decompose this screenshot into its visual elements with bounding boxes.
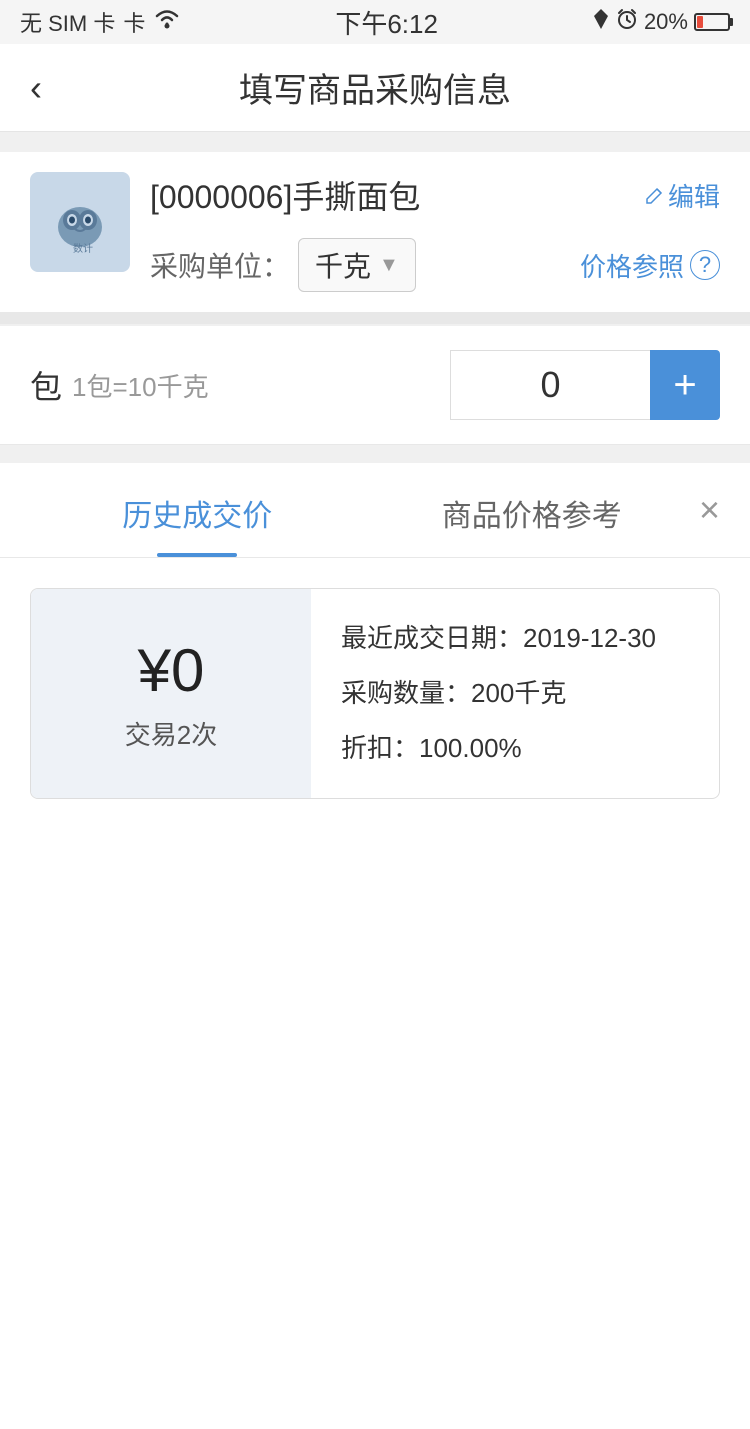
tab-price-ref[interactable]: 商品价格参考 xyxy=(364,463,698,557)
discount-row: 折扣：100.00% xyxy=(341,729,689,768)
back-button[interactable]: ‹ xyxy=(30,67,90,109)
nav-bar: ‹ 填写商品采购信息 xyxy=(0,44,750,132)
alarm-icon xyxy=(616,8,638,36)
battery-icon xyxy=(694,13,730,31)
product-name-row: [0000006]手撕面包 编辑 xyxy=(150,172,720,218)
product-name: [0000006]手撕面包 xyxy=(150,172,420,218)
quantity-unit-label: 包 xyxy=(30,362,62,408)
unit-label: 采购单位： xyxy=(150,245,290,285)
price-amount: 0 xyxy=(171,637,204,704)
quantity-unit-desc: 1包=10千克 xyxy=(72,367,209,404)
product-header: 数计 [0000006]手撕面包 编辑 采购单位： 千 xyxy=(30,172,720,292)
battery-percent: 20% xyxy=(644,9,688,35)
tab-history-label: 历史成交价 xyxy=(122,500,272,533)
sim-card-icon: 卡 xyxy=(123,6,145,38)
edit-button[interactable]: 编辑 xyxy=(644,177,720,214)
recent-date-label: 最近成交日期： xyxy=(341,623,523,653)
quantity-section: 包 1包=10千克 + xyxy=(0,326,750,445)
recent-date-row: 最近成交日期：2019-12-30 xyxy=(341,619,689,658)
svg-text:数计: 数计 xyxy=(73,242,93,255)
discount-label: 折扣： xyxy=(341,733,419,763)
price-display: ¥0 xyxy=(138,636,205,705)
tabs-header: 历史成交价 商品价格参考 × xyxy=(0,463,750,558)
quantity-value: 200千克 xyxy=(471,678,566,708)
quantity-input[interactable] xyxy=(450,350,650,420)
tab-history-price[interactable]: 历史成交价 xyxy=(30,463,364,557)
unit-value: 千克 xyxy=(315,245,371,285)
status-bar-right: 20% xyxy=(592,8,730,36)
tabs-section: 历史成交价 商品价格参考 × ¥0 交易2次 最近成交日期：2019-12-30… xyxy=(0,463,750,829)
price-ref-button[interactable]: 价格参照 ? xyxy=(580,247,720,284)
currency-symbol: ¥ xyxy=(138,637,171,704)
tab-price-ref-label: 商品价格参考 xyxy=(442,500,622,533)
edit-label: 编辑 xyxy=(668,177,720,214)
price-card: ¥0 交易2次 最近成交日期：2019-12-30 采购数量：200千克 折扣：… xyxy=(30,588,720,799)
divider xyxy=(0,312,750,324)
status-bar-left: 无 SIM 卡 卡 xyxy=(20,6,181,38)
quantity-row: 采购数量：200千克 xyxy=(341,674,689,713)
product-thumbnail: 数计 xyxy=(30,172,130,272)
page-title: 填写商品采购信息 xyxy=(239,63,511,112)
recent-date-value: 2019-12-30 xyxy=(523,623,656,653)
quantity-controls: + xyxy=(450,350,720,420)
wifi-icon xyxy=(153,8,181,36)
trade-count: 交易2次 xyxy=(125,715,217,752)
quantity-label: 采购数量： xyxy=(341,678,471,708)
unit-select[interactable]: 千克 ▼ xyxy=(298,238,416,292)
product-info: [0000006]手撕面包 编辑 采购单位： 千克 ▼ xyxy=(150,172,720,292)
dropdown-arrow: ▼ xyxy=(379,254,399,277)
tab-close-button[interactable]: × xyxy=(699,469,720,551)
discount-value: 100.00% xyxy=(419,733,522,763)
price-card-right: 最近成交日期：2019-12-30 采购数量：200千克 折扣：100.00% xyxy=(311,589,719,798)
location-icon xyxy=(592,8,610,36)
status-bar: 无 SIM 卡 卡 下午6:12 20% xyxy=(0,0,750,44)
help-icon: ? xyxy=(690,250,720,280)
product-logo: 数计 xyxy=(45,187,115,257)
bottom-space xyxy=(0,829,750,1429)
status-bar-time: 下午6:12 xyxy=(335,4,438,41)
product-section: 数计 [0000006]手撕面包 编辑 采购单位： 千 xyxy=(0,152,750,312)
quantity-plus-button[interactable]: + xyxy=(650,350,720,420)
price-ref-label: 价格参照 xyxy=(580,247,684,284)
carrier-label: 无 SIM 卡 xyxy=(20,6,115,38)
unit-row: 采购单位： 千克 ▼ 价格参照 ? xyxy=(150,238,720,292)
price-card-left: ¥0 交易2次 xyxy=(31,589,311,798)
price-card-container: ¥0 交易2次 最近成交日期：2019-12-30 采购数量：200千克 折扣：… xyxy=(0,558,750,829)
